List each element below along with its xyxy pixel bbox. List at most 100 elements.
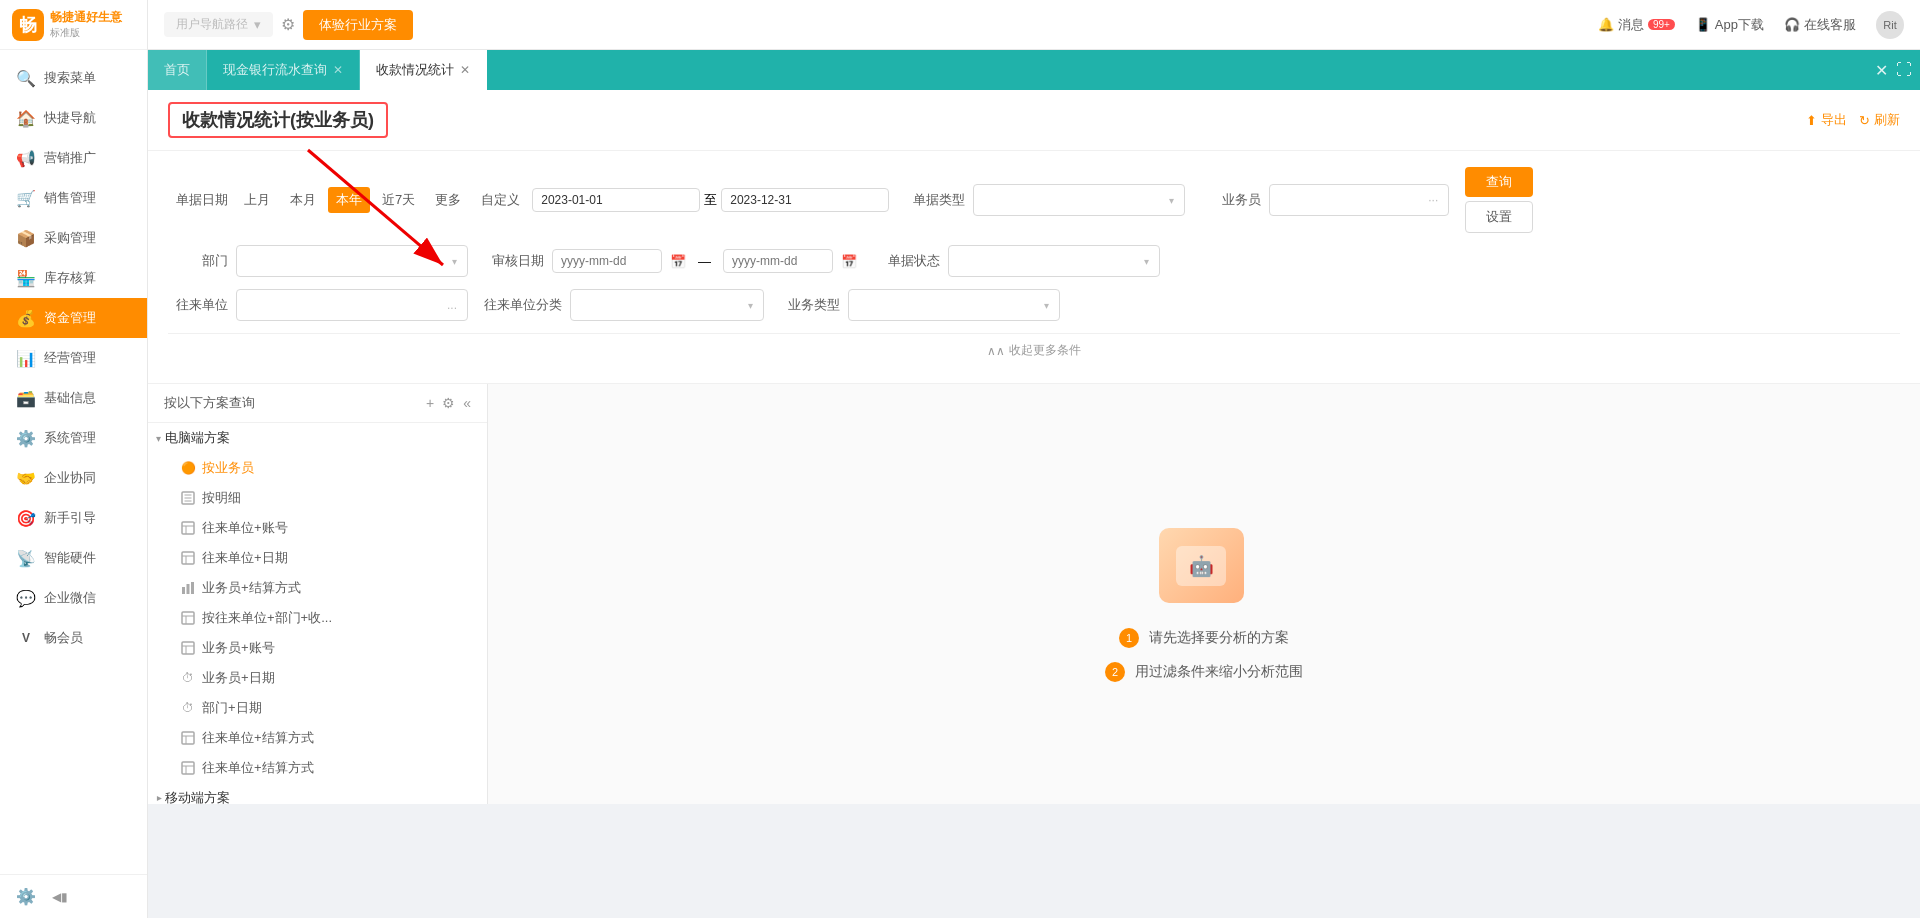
sidebar-item-wechat[interactable]: 💬 企业微信 [0,578,147,618]
calendar-icon-2[interactable]: 📅 [841,254,857,269]
collapse-button[interactable]: ∧∧ 收起更多条件 [168,333,1900,367]
tab-receivable[interactable]: 收款情况统计 ✕ [360,50,487,90]
tree-item-salesman[interactable]: 🟠 按业务员 [164,453,487,483]
calendar-icon-1[interactable]: 📅 [670,254,686,269]
dept-field: 部门 ▾ [168,245,468,277]
partner-select[interactable]: ... [236,289,468,321]
content-area: 按以下方案查询 + ⚙ « ▾ 电脑端方案 🟠 按业务员 [148,384,1920,804]
topbar-gear-icon[interactable]: ⚙ [281,15,295,34]
online-service-button[interactable]: 🎧 在线客服 [1784,16,1856,34]
hint-1-num: 1 [1119,628,1139,648]
tree-item-dept-date[interactable]: ⏱ 部门+日期 [164,693,487,723]
tab-receivable-close-icon[interactable]: ✕ [460,63,470,77]
sidebar-item-operations[interactable]: 📊 经营管理 [0,338,147,378]
page-title: 收款情况统计(按业务员) [168,102,388,138]
sidebar-item-inventory[interactable]: 🏪 库存核算 [0,258,147,298]
settings-bottom-icon[interactable]: ⚙️ [16,887,36,906]
svg-rect-4 [182,522,194,534]
tree-item-partner-dept[interactable]: 按往来单位+部门+收... [164,603,487,633]
dept-dropdown-icon: ▾ [452,256,457,267]
add-scheme-icon[interactable]: + [426,395,434,411]
biz-type-select[interactable]: ▾ [848,289,1060,321]
export-button[interactable]: ⬆ 导出 [1806,111,1847,129]
dept-select[interactable]: ▾ [236,245,468,277]
partner-field: 往来单位 ... [168,289,468,321]
tree-item-partner-payment1[interactable]: 往来单位+结算方式 [164,723,487,753]
refresh-icon: ↻ [1859,113,1870,128]
tree-item-detail[interactable]: 按明细 [164,483,487,513]
settings-button[interactable]: 设置 [1465,201,1533,233]
tree-group-desktop[interactable]: ▾ 电脑端方案 [148,423,487,453]
date-field: 单据日期 上月 本月 本年 近7天 更多 自定义 至 [168,187,889,213]
partner-account-icon [180,520,196,536]
doc-type-select[interactable]: ▾ [973,184,1185,216]
sidebar-item-marketing[interactable]: 📢 营销推广 [0,138,147,178]
partner-category-dropdown-icon: ▾ [748,300,753,311]
empty-illustration: 🤖 [1144,503,1264,603]
tab-bank-close-icon[interactable]: ✕ [333,63,343,77]
breadcrumb-dropdown-icon[interactable]: ▾ [254,17,261,32]
date-btn-this-month[interactable]: 本月 [282,187,324,213]
sidebar-item-base[interactable]: 🗃️ 基础信息 [0,378,147,418]
date-btn-custom[interactable]: 自定义 [473,187,528,213]
tab-close-all-icon[interactable]: ✕ [1875,61,1888,80]
tree-item-partner-date[interactable]: 往来单位+日期 [164,543,487,573]
dept-date-icon: ⏱ [180,700,196,716]
left-panel: 按以下方案查询 + ⚙ « ▾ 电脑端方案 🟠 按业务员 [148,384,488,804]
wechat-icon: 💬 [16,588,36,608]
date-from-input[interactable] [532,188,700,212]
collapse-bottom-icon[interactable]: ◀▮ [52,890,68,904]
sidebar-item-guide[interactable]: 🎯 新手引导 [0,498,147,538]
partner-dept-icon [180,610,196,626]
sales-icon: 🛒 [16,188,36,208]
date-btn-more[interactable]: 更多 [427,187,469,213]
search-row-1: 单据日期 上月 本月 本年 近7天 更多 自定义 至 单据类型 ▾ [168,167,1900,233]
tab-home[interactable]: 首页 [148,50,207,90]
date-btn-this-year[interactable]: 本年 [328,187,370,213]
trial-button[interactable]: 体验行业方案 [303,10,413,40]
hint-2-num: 2 [1105,662,1125,682]
partner-category-select[interactable]: ▾ [570,289,764,321]
scheme-collapse-icon[interactable]: « [463,395,471,411]
sidebar-item-search[interactable]: 🔍 搜索菜单 [0,58,147,98]
user-avatar[interactable]: Rit [1876,11,1904,39]
base-icon: 🗃️ [16,388,36,408]
query-button[interactable]: 查询 [1465,167,1533,197]
message-button[interactable]: 🔔 消息 99+ [1598,16,1675,34]
scheme-settings-icon[interactable]: ⚙ [442,395,455,411]
doc-status-select[interactable]: ▾ [948,245,1160,277]
tree-item-salesman-date[interactable]: ⏱ 业务员+日期 [164,663,487,693]
sidebar-item-purchase[interactable]: 📦 采购管理 [0,218,147,258]
salesman-select[interactable]: ··· [1269,184,1449,216]
sidebar-item-hardware[interactable]: 📡 智能硬件 [0,538,147,578]
tree-item-partner-payment2[interactable]: 往来单位+结算方式 [164,753,487,783]
date-to-input[interactable] [721,188,889,212]
tree-item-salesman-account[interactable]: 业务员+账号 [164,633,487,663]
tab-bank[interactable]: 现金银行流水查询 ✕ [207,50,360,90]
tree-group-mobile[interactable]: ▾ 移动端方案 [148,783,487,804]
tree-item-partner-account[interactable]: 往来单位+账号 [164,513,487,543]
svg-rect-19 [182,732,194,744]
sidebar-item-enterprise[interactable]: 🤝 企业协同 [0,458,147,498]
export-icon: ⬆ [1806,113,1817,128]
sidebar-item-shortcut[interactable]: 🏠 快捷导航 [0,98,147,138]
app-download-button[interactable]: 📱 App下载 [1695,16,1764,34]
tab-expand-icon[interactable]: ⛶ [1896,61,1912,79]
tree-item-salesman-payment[interactable]: 业务员+结算方式 [164,573,487,603]
sidebar-nav: 🔍 搜索菜单 🏠 快捷导航 📢 营销推广 🛒 销售管理 📦 采购管理 🏪 库存核… [0,50,147,874]
svg-rect-10 [182,587,185,594]
refresh-button[interactable]: ↻ 刷新 [1859,111,1900,129]
sidebar-item-sales[interactable]: 🛒 销售管理 [0,178,147,218]
salesman-payment-icon [180,580,196,596]
sidebar-item-member[interactable]: V 畅会员 [0,618,147,658]
enterprise-icon: 🤝 [16,468,36,488]
date-btn-7days[interactable]: 近7天 [374,187,423,213]
svg-rect-16 [182,642,194,654]
review-date-from-input[interactable] [552,249,662,273]
sidebar-item-finance[interactable]: 💰 资金管理 [0,298,147,338]
review-date-to-input[interactable] [723,249,833,273]
date-btn-last-month[interactable]: 上月 [236,187,278,213]
sidebar-item-system[interactable]: ⚙️ 系统管理 [0,418,147,458]
svg-rect-12 [191,582,194,594]
svg-rect-22 [182,762,194,774]
